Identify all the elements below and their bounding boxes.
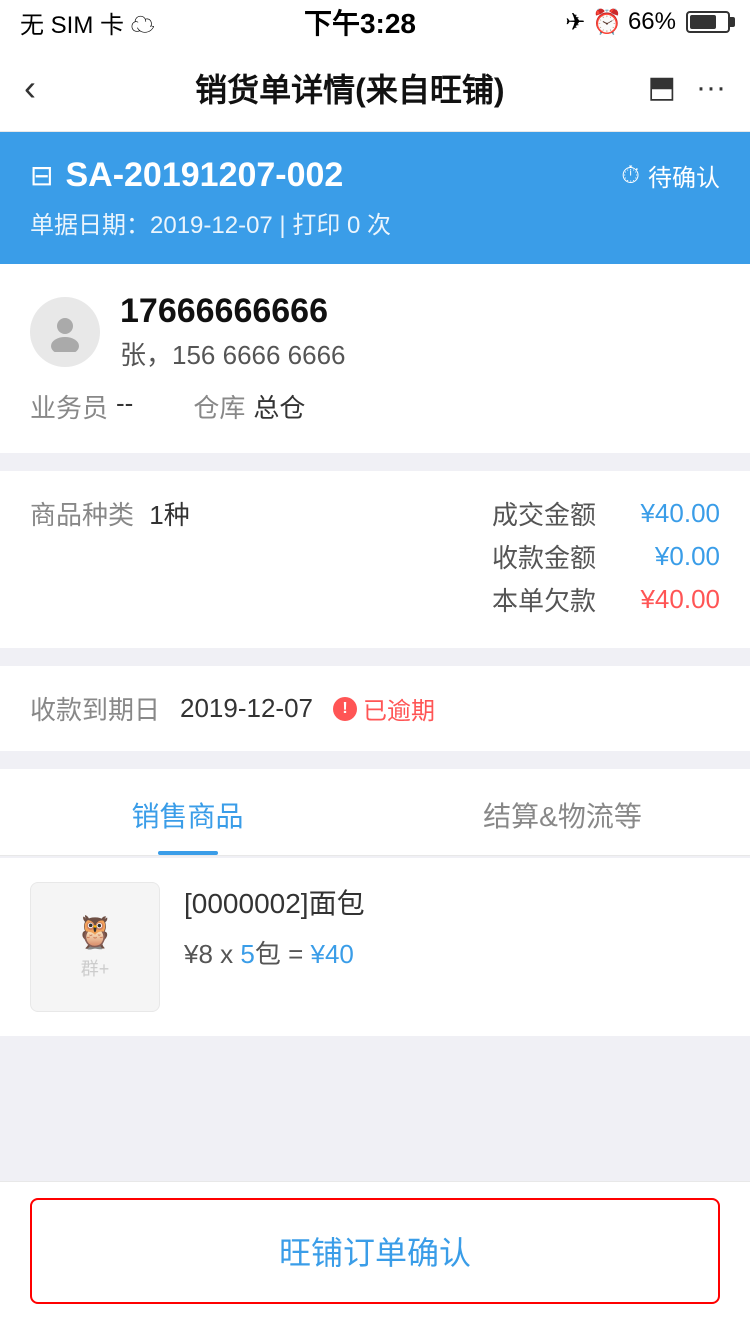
battery-percent: 66%: [628, 8, 676, 36]
balance-item: 本单欠款 ¥40.00: [492, 581, 720, 618]
clock-icon: ⏱: [621, 162, 640, 190]
order-header: ⊟ SA-20191207-002 ⏱ 待确认 单据日期：2019-12-07 …: [0, 132, 750, 264]
product-price: ¥8 x 5包 = ¥40: [184, 934, 720, 971]
amount-item: 成交金额 ¥40.00: [492, 495, 720, 532]
status-left: 无 SIM 卡 ☁: [20, 5, 155, 40]
product-total: ¥40: [311, 939, 354, 969]
order-header-top: ⊟ SA-20191207-002 ⏱ 待确认: [30, 156, 720, 195]
avatar: [30, 297, 100, 367]
tabs-section: 销售商品 结算&物流等: [0, 769, 750, 856]
back-button[interactable]: ‹: [24, 67, 36, 109]
order-status: ⏱ 待确认: [621, 158, 720, 193]
nav-bar: ‹ 销货单详情(来自旺铺) ⬒ ···: [0, 44, 750, 132]
product-info: [0000002]面包 ¥8 x 5包 = ¥40: [184, 882, 720, 971]
warehouse-label: 仓库: [193, 388, 245, 425]
product-type-label: 商品种类: [30, 500, 134, 530]
summary-section: 商品种类 1种 成交金额 ¥40.00 收款金额 ¥0.00 本单欠款 ¥40.…: [0, 471, 750, 648]
overdue-text: 已逾期: [363, 691, 435, 726]
received-item: 收款金额 ¥0.00: [492, 538, 720, 575]
confirm-button[interactable]: 旺铺订单确认: [30, 1198, 720, 1304]
battery-icon: [686, 11, 730, 33]
nav-actions: ⬒ ···: [648, 70, 726, 105]
overdue-icon: !: [333, 697, 357, 721]
salesperson-label: 业务员: [30, 388, 108, 425]
product-name: [0000002]面包: [184, 882, 720, 922]
price-base: ¥8 x: [184, 939, 240, 969]
tab-sales-goods[interactable]: 销售商品: [0, 769, 375, 855]
tabs-row: 销售商品 结算&物流等: [0, 769, 750, 855]
product-type: 商品种类 1种: [30, 495, 190, 532]
tab-sales-goods-label: 销售商品: [131, 801, 243, 832]
sim-status: 无 SIM 卡 ☁: [20, 5, 155, 40]
customer-top: 17666666666 张，156 6666 6666: [30, 292, 720, 372]
customer-meta: 业务员 -- 仓库 总仓: [30, 388, 720, 425]
due-label: 收款到期日: [30, 690, 160, 727]
product-image: 🦉 群+: [30, 882, 160, 1012]
customer-name: 张，156 6666 6666: [120, 335, 346, 372]
customer-phone: 17666666666: [120, 292, 346, 331]
more-icon[interactable]: ···: [696, 71, 726, 105]
section-gap-1: [0, 455, 750, 471]
product-logo-icon: 🦉: [75, 913, 115, 951]
status-text: 待确认: [648, 158, 720, 193]
financial-summary: 成交金额 ¥40.00 收款金额 ¥0.00 本单欠款 ¥40.00: [492, 495, 720, 624]
status-bar: 无 SIM 卡 ☁ 下午3:28 ✈ ⏰ 66%: [0, 0, 750, 44]
amount-label: 成交金额: [492, 495, 596, 532]
product-unit: 包: [255, 939, 281, 969]
order-id: SA-20191207-002: [65, 156, 343, 195]
status-time: 下午3:28: [304, 2, 416, 42]
warehouse-value: 总仓: [253, 388, 305, 425]
avatar-icon: [45, 312, 85, 352]
product-type-value: 1种: [149, 500, 189, 530]
product-section: 🦉 群+ [0000002]面包 ¥8 x 5包 = ¥40: [0, 858, 750, 1036]
product-qty: 5: [240, 939, 254, 969]
received-label: 收款金额: [492, 538, 596, 575]
section-gap-2: [0, 650, 750, 666]
warehouse-meta: 仓库 总仓: [193, 388, 305, 425]
balance-value: ¥40.00: [620, 584, 720, 615]
amount-value: ¥40.00: [620, 498, 720, 529]
tab-underline: [158, 851, 218, 855]
summary-row: 商品种类 1种 成交金额 ¥40.00 收款金额 ¥0.00 本单欠款 ¥40.…: [30, 495, 720, 624]
due-section: 收款到期日 2019-12-07 ! 已逾期: [0, 666, 750, 751]
salesperson-value: --: [116, 388, 133, 425]
order-icon: ⊟: [30, 159, 53, 192]
order-date: 单据日期：2019-12-07 | 打印 0 次: [30, 205, 720, 240]
page-title: 销货单详情(来自旺铺): [52, 65, 648, 111]
salesperson-meta: 业务员 --: [30, 388, 133, 425]
product-image-text: 群+: [81, 955, 110, 981]
overdue-badge: ! 已逾期: [333, 691, 435, 726]
product-equals: =: [281, 939, 311, 969]
tab-settlement-label: 结算&物流等: [483, 801, 642, 832]
customer-section: 17666666666 张，156 6666 6666 业务员 -- 仓库 总仓: [0, 264, 750, 453]
status-right: ✈ ⏰ 66%: [565, 8, 730, 37]
received-value: ¥0.00: [620, 541, 720, 572]
section-gap-3: [0, 753, 750, 769]
share-icon[interactable]: ⬒: [648, 70, 676, 105]
signal-icon: ✈ ⏰: [565, 8, 622, 37]
due-date: 2019-12-07: [180, 693, 313, 724]
tab-settlement[interactable]: 结算&物流等: [375, 769, 750, 855]
bottom-bar: 旺铺订单确认: [0, 1181, 750, 1334]
balance-label: 本单欠款: [492, 581, 596, 618]
